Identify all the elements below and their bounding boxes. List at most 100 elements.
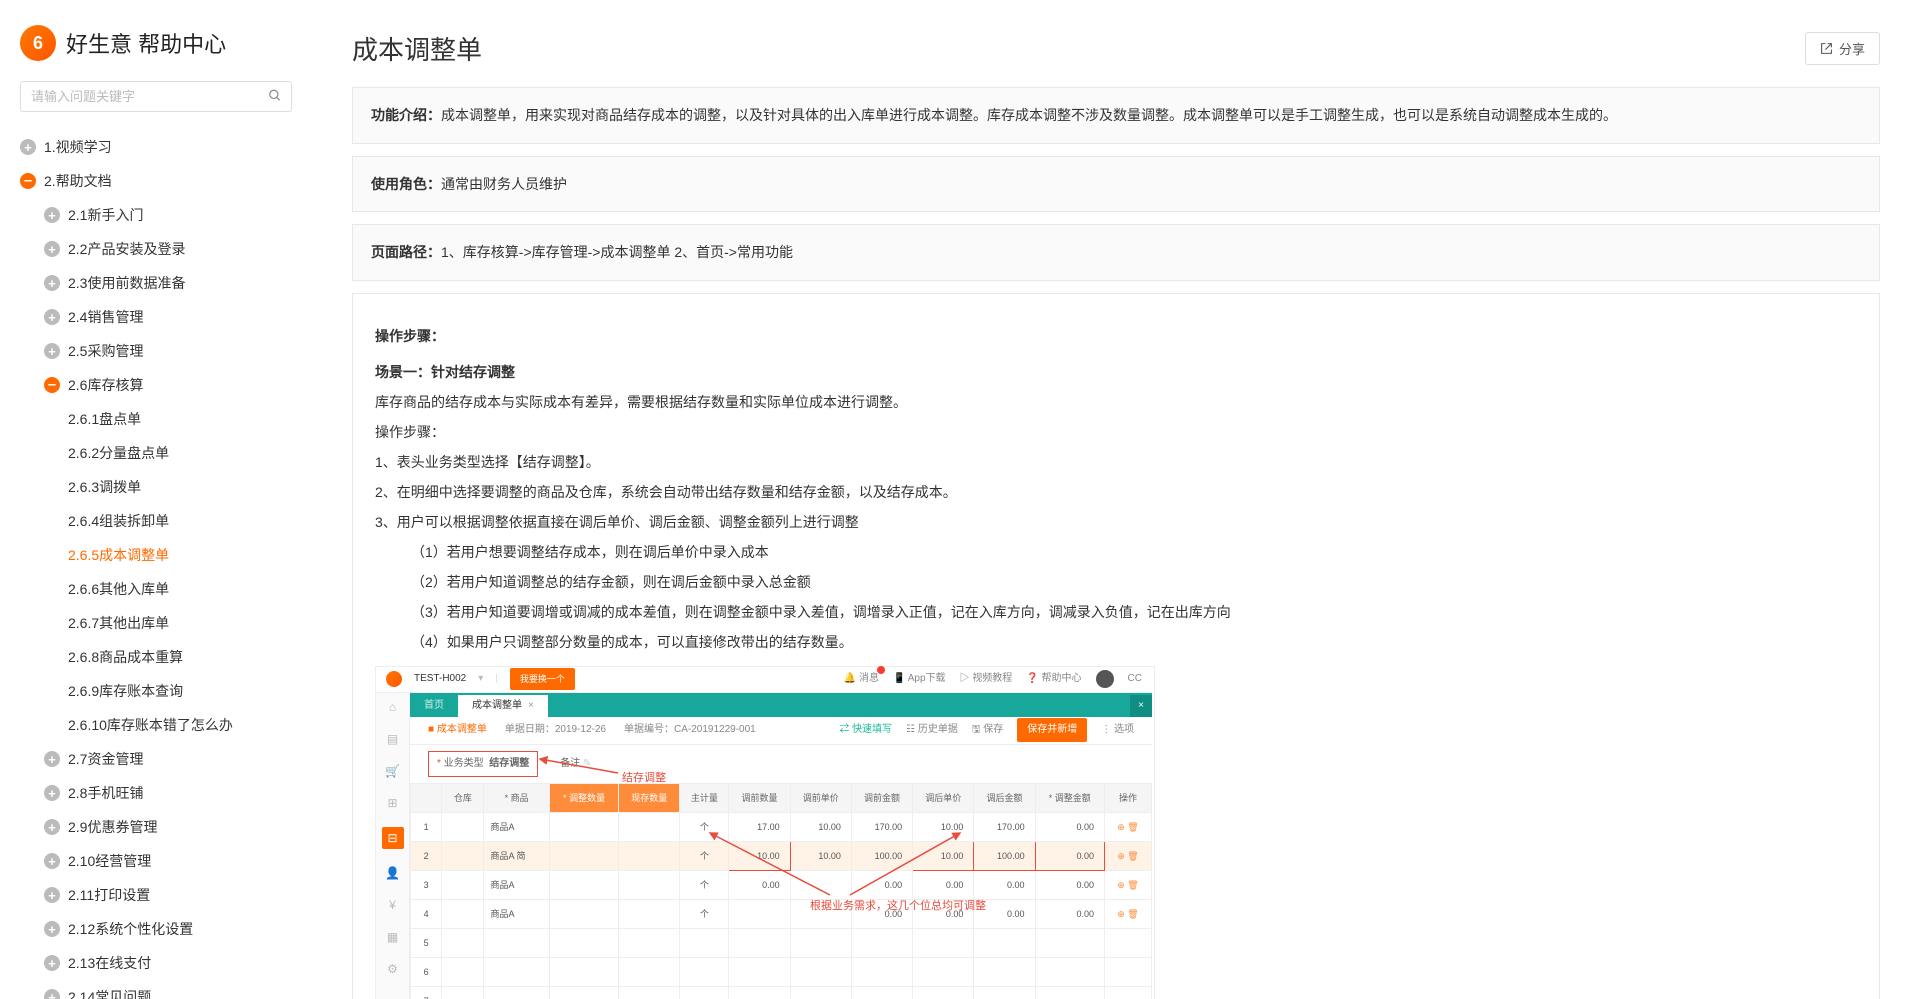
nav-label: 2.6.3调拨单 [68,477,141,497]
nav-label: 2.6.4组装拆卸单 [68,511,169,531]
intro-text: 成本调整单，用来实现对商品结存成本的调整，以及针对具体的出入库单进行成本调整。库… [441,107,1617,123]
expand-icon [44,343,60,359]
fig-home-icon: ⌂ [385,699,401,715]
fig-app-link: 📱 App下载 [893,669,945,689]
nav-item[interactable]: 2.6.3调拨单 [20,470,292,504]
path-card: 页面路径：1、库存核算->库存管理->成本调整单 2、首页->常用功能 [352,224,1880,281]
nav-item[interactable]: 2.帮助文档 [20,164,292,198]
search-box [20,81,292,112]
fig-tab-current: 成本调整单 × [458,695,548,717]
nav-item[interactable]: 2.6.1盘点单 [20,402,292,436]
nav-label: 2.5采购管理 [68,341,143,361]
nav-item[interactable]: 2.10经营管理 [20,844,292,878]
nav-item[interactable]: 2.3使用前数据准备 [20,266,292,300]
nav-label: 2.8手机旺铺 [68,783,143,803]
nav-label: 2.6.7其他出库单 [68,613,169,633]
fig-annot-label-1: 结存调整 [622,767,666,789]
main-content: 成本调整单 分享 功能介绍：成本调整单，用来实现对商品结存成本的调整，以及针对具… [312,0,1920,999]
step-2: 2、在明细中选择要调整的商品及仓库，系统会自动带出结存数量和结存金额，以及结存成… [375,478,1857,506]
nav-item[interactable]: 2.1新手入门 [20,198,292,232]
nav-label: 2.2产品安装及登录 [68,239,185,259]
step-3-1: （1）若用户想要调整结存成本，则在调后单价中录入成本 [375,538,1857,566]
path-text: 1、库存核算->库存管理->成本调整单 2、首页->常用功能 [441,244,793,260]
page-title: 成本调整单 [352,30,482,67]
nav-label: 2.12系统个性化设置 [68,919,193,939]
content-card: 操作步骤： 场景一：针对结存调整 库存商品的结存成本与实际成本有差异，需要根据结… [352,293,1880,999]
fig-help-link: ❓ 帮助中心 [1026,669,1081,689]
nav-label: 2.14常见问题 [68,987,151,999]
nav-item[interactable]: 2.8手机旺铺 [20,776,292,810]
expand-icon [44,955,60,971]
nav-label: 2.3使用前数据准备 [68,273,185,293]
sidebar: 6 好生意 帮助中心 1.视频学习 2.帮助文档2.1新手入门 2.2产品安装及登录… [0,0,312,999]
step-1: 1、表头业务类型选择【结存调整】。 [375,448,1857,476]
nav-label: 1.视频学习 [44,137,112,157]
logo-icon: 6 [20,25,56,61]
nav-label: 2.13在线支付 [68,953,151,973]
fig-stock-icon: ⊟ [382,827,404,849]
scene-desc: 库存商品的结存成本与实际成本有差异，需要根据结存数量和实际单位成本进行调整。 [375,388,1857,416]
fig-video-link: ▷ 视频教程 [960,669,1013,689]
fig-toolbar: ■ 成本调整单 单据日期：2019-12-26 单据编号：CA-20191229… [410,717,1152,745]
steps-title: 操作步骤： [375,322,1857,350]
nav-item[interactable]: 2.6.2分量盘点单 [20,436,292,470]
step-3-2: （2）若用户知道调整总的结存金额，则在调后金额中录入总金额 [375,568,1857,596]
search-input[interactable] [20,81,292,112]
nav-item[interactable]: 2.14常见问题 [20,980,292,999]
fig-bell-icon: 🔔 消息 [844,669,879,689]
expand-icon [44,785,60,801]
nav-label: 2.6.8商品成本重算 [68,647,183,667]
nav-item[interactable]: 2.2产品安装及登录 [20,232,292,266]
nav-item[interactable]: 2.13在线支付 [20,946,292,980]
share-button[interactable]: 分享 [1805,32,1880,65]
nav-item[interactable]: 2.6.6其他入库单 [20,572,292,606]
fig-money-icon: ¥ [385,897,401,913]
nav-item[interactable]: 2.6.9库存账本查询 [20,674,292,708]
nav-item[interactable]: 1.视频学习 [20,130,292,164]
figure-screenshot: TEST-H002 ▾ | 我要换一个 🔔 消息 📱 App下载 ▷ 视频教程 … [375,666,1155,999]
fig-box-icon: ⊞ [385,795,401,811]
nav-item[interactable]: 2.11打印设置 [20,878,292,912]
nav-item[interactable]: 2.5采购管理 [20,334,292,368]
fig-annot-label-2: 根据业务需求，这几个位总均可调整 [810,895,986,917]
site-title: 好生意 帮助中心 [66,27,226,59]
intro-label: 功能介绍： [371,107,441,123]
expand-icon [44,751,60,767]
nav-item[interactable]: 2.9优惠券管理 [20,810,292,844]
nav-label: 2.6.6其他入库单 [68,579,169,599]
nav-label: 2.6库存核算 [68,375,143,395]
nav-label: 2.11打印设置 [68,885,150,905]
search-icon[interactable] [268,88,282,105]
nav-item[interactable]: 2.6.5成本调整单 [20,538,292,572]
fig-grid: 仓库* 商品* 调整数量现存数量主计量调前数量调前单价调前金额调后单价调后金额*… [410,783,1152,999]
nav-item[interactable]: 2.6.8商品成本重算 [20,640,292,674]
nav-item[interactable]: 2.6.10库存账本错了怎么办 [20,708,292,742]
fig-topbar: TEST-H002 ▾ | 我要换一个 🔔 消息 📱 App下载 ▷ 视频教程 … [376,667,1152,693]
expand-icon [44,853,60,869]
steps-sub: 操作步骤： [375,418,1857,446]
nav-label: 2.7资金管理 [68,749,143,769]
nav-item[interactable]: 2.6库存核算 [20,368,292,402]
role-text: 通常由财务人员维护 [441,176,567,192]
main-header: 成本调整单 分享 [352,30,1880,67]
expand-icon [44,275,60,291]
step-3-4: （4）如果用户只调整部分数量的成本，可以直接修改带出的结存数量。 [375,628,1857,656]
nav-item[interactable]: 2.6.7其他出库单 [20,606,292,640]
role-label: 使用角色： [371,176,441,192]
intro-card: 功能介绍：成本调整单，用来实现对商品结存成本的调整，以及针对具体的出入库单进行成… [352,87,1880,144]
logo-row: 6 好生意 帮助中心 [20,25,292,61]
fig-header-row: * 业务类型 结存调整 备注 ✎ 结存调整 [410,745,1152,783]
nav-list: 1.视频学习 2.帮助文档2.1新手入门 2.2产品安装及登录 2.3使用前数据准备 2… [20,130,292,999]
nav-item[interactable]: 2.4销售管理 [20,300,292,334]
step-3: 3、用户可以根据调整依据直接在调后单价、调后金额、调整金额列上进行调整 [375,508,1857,536]
nav-item[interactable]: 2.7资金管理 [20,742,292,776]
role-card: 使用角色：通常由财务人员维护 [352,156,1880,213]
expand-icon [20,139,36,155]
nav-item[interactable]: 2.12系统个性化设置 [20,912,292,946]
share-icon [1820,42,1833,55]
expand-icon [44,241,60,257]
fig-tabs-close-icon: × [1130,695,1152,717]
nav-label: 2.10经营管理 [68,851,151,871]
nav-item[interactable]: 2.6.4组装拆卸单 [20,504,292,538]
expand-icon [44,207,60,223]
